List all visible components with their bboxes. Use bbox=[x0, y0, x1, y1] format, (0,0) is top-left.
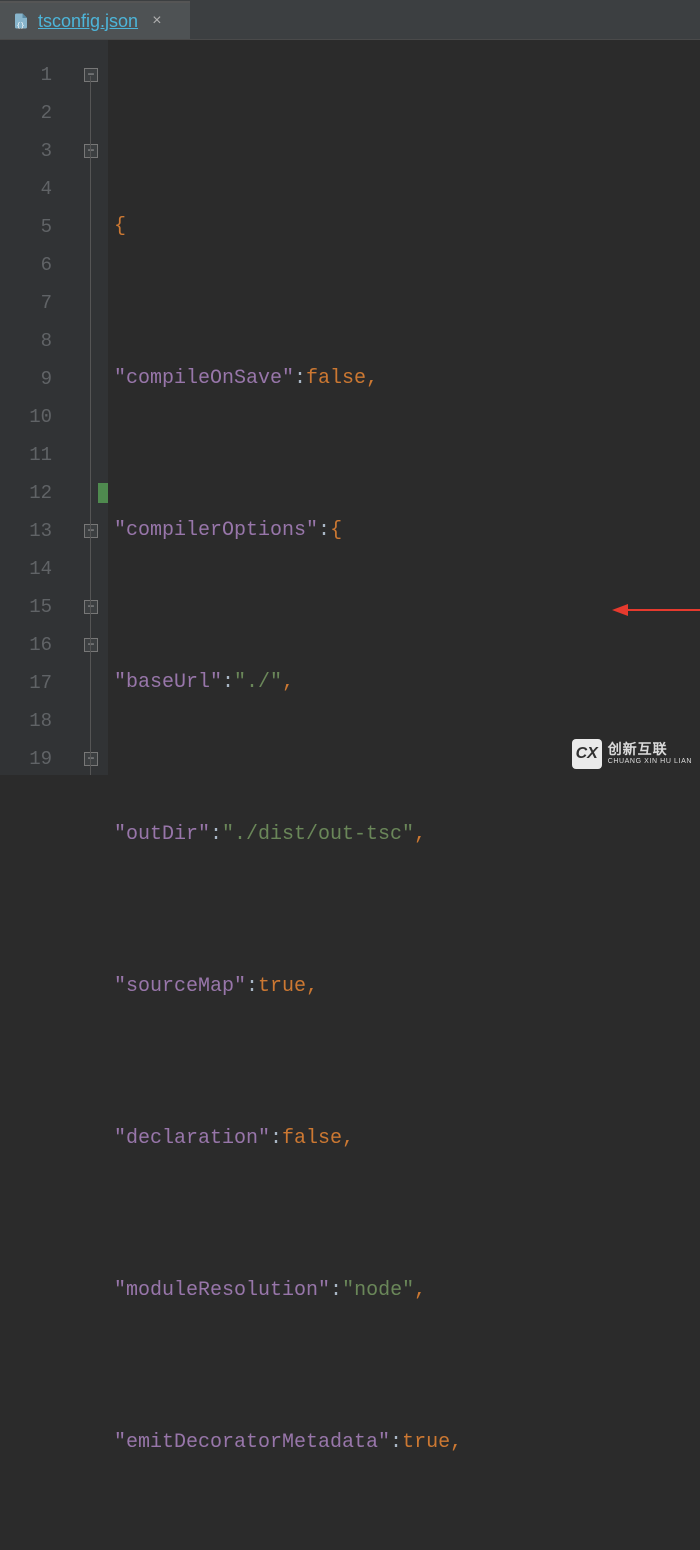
line-number: 2 bbox=[0, 94, 74, 132]
line-number: 13 bbox=[0, 512, 74, 550]
watermark-brand-en: CHUANG XIN HU LIAN bbox=[608, 758, 692, 766]
line-number: 11 bbox=[0, 436, 74, 474]
fold-gutter: − − − − − − bbox=[74, 40, 108, 775]
code-editor[interactable]: 1 2 3 4 5 6 7 8 9 10 11 12 13 14 15 16 1… bbox=[0, 40, 700, 775]
tab-bar: {} tsconfig.json × bbox=[0, 0, 700, 40]
fold-toggle[interactable]: − bbox=[74, 626, 108, 664]
line-number: 4 bbox=[0, 170, 74, 208]
watermark-logo-icon: CX bbox=[572, 739, 602, 769]
fold-toggle[interactable]: − bbox=[74, 740, 108, 778]
close-icon[interactable]: × bbox=[152, 12, 162, 30]
line-number: 18 bbox=[0, 702, 74, 740]
line-number-gutter: 1 2 3 4 5 6 7 8 9 10 11 12 13 14 15 16 1… bbox=[0, 40, 74, 775]
line-number: 9 bbox=[0, 360, 74, 398]
change-marker bbox=[98, 483, 108, 503]
watermark: CX 创新互联 CHUANG XIN HU LIAN bbox=[572, 739, 692, 769]
line-number: 1 bbox=[0, 56, 74, 94]
svg-text:{}: {} bbox=[17, 22, 25, 30]
tab-filename: tsconfig.json bbox=[38, 11, 138, 32]
line-number: 3 bbox=[0, 132, 74, 170]
fold-guide-line bbox=[90, 76, 91, 775]
line-number: 17 bbox=[0, 664, 74, 702]
line-number: 15 bbox=[0, 588, 74, 626]
fold-toggle[interactable]: − bbox=[74, 56, 108, 94]
line-number: 19 bbox=[0, 740, 74, 778]
line-number: 14 bbox=[0, 550, 74, 588]
code-area[interactable]: { "compileOnSave": false, "compilerOptio… bbox=[108, 40, 700, 775]
line-number: 12 bbox=[0, 474, 74, 512]
fold-toggle[interactable]: − bbox=[74, 512, 108, 550]
watermark-brand-cn: 创新互联 bbox=[608, 742, 692, 757]
line-number: 6 bbox=[0, 246, 74, 284]
annotation-arrow bbox=[540, 559, 700, 579]
file-tab[interactable]: {} tsconfig.json × bbox=[0, 1, 190, 39]
line-number: 7 bbox=[0, 284, 74, 322]
line-number: 10 bbox=[0, 398, 74, 436]
line-number: 5 bbox=[0, 208, 74, 246]
line-number: 8 bbox=[0, 322, 74, 360]
json-file-icon: {} bbox=[12, 12, 30, 30]
fold-toggle[interactable]: − bbox=[74, 132, 108, 170]
line-number: 16 bbox=[0, 626, 74, 664]
fold-toggle[interactable]: − bbox=[74, 588, 108, 626]
